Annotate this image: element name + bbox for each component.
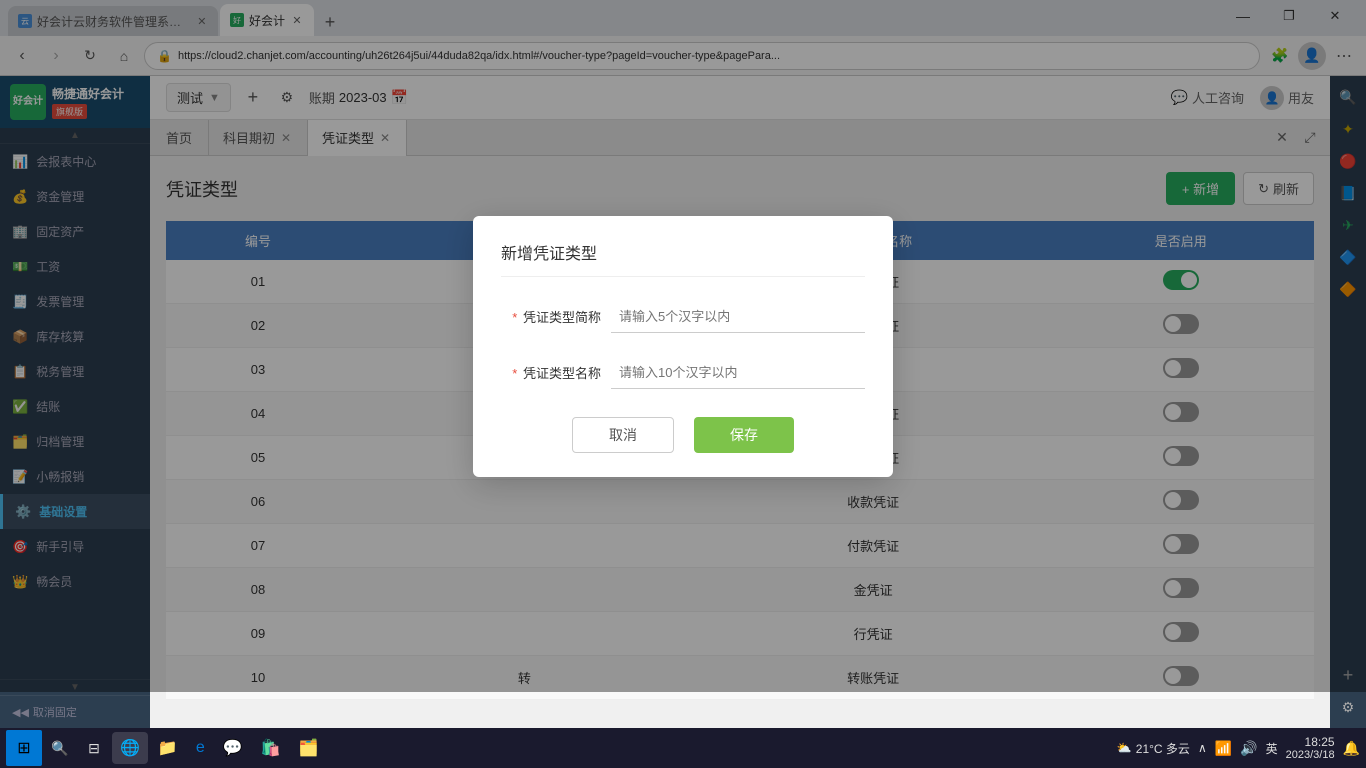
modal-overlay: 新增凭证类型 * 凭证类型简称 * 凭证类型名称 取消 保存 [0, 0, 1366, 692]
files-taskbar-btn[interactable]: 🗂️ [291, 732, 327, 764]
name-input[interactable] [611, 357, 865, 389]
abbr-required-star: * [512, 310, 517, 325]
form-row-name: * 凭证类型名称 [501, 357, 865, 389]
wechat-icon: 💬 [223, 738, 243, 758]
store-icon: 🛍️ [261, 738, 281, 758]
task-view-btn[interactable]: ⊟ [78, 732, 110, 764]
abbr-input[interactable] [611, 301, 865, 333]
wechat-taskbar-btn[interactable]: 💬 [215, 732, 251, 764]
files-icon: 🗂️ [299, 738, 319, 758]
collapse-icon: ◀◀ [12, 706, 29, 719]
abbr-label: * 凭证类型简称 [501, 307, 611, 326]
modal-dialog: 新增凭证类型 * 凭证类型简称 * 凭证类型名称 取消 保存 [473, 216, 893, 477]
weather-icon: ⛅ [1117, 741, 1132, 755]
chrome-taskbar-btn[interactable]: 🌐 [112, 732, 148, 764]
search-taskbar-btn[interactable]: 🔍 [44, 732, 76, 764]
start-button[interactable]: ⊞ [6, 730, 42, 766]
rp-gear-btn[interactable]: ⚙ [1333, 692, 1363, 722]
edge-taskbar-btn[interactable]: e [188, 732, 213, 764]
collapse-label: 取消固定 [33, 704, 77, 720]
clock-date: 2023/3/18 [1286, 749, 1335, 761]
cancel-button[interactable]: 取消 [572, 417, 674, 453]
taskbar-network-icon: 📶 [1215, 740, 1232, 757]
explorer-taskbar-btn[interactable]: 📁 [150, 732, 186, 764]
name-label: * 凭证类型名称 [501, 363, 611, 382]
modal-actions: 取消 保存 [501, 417, 865, 453]
taskbar-weather[interactable]: ⛅ 21°C 多云 [1117, 740, 1190, 757]
taskbar-right: ⛅ 21°C 多云 ∧ 📶 🔊 英 18:25 2023/3/18 🔔 [1117, 735, 1360, 761]
taskbar-language[interactable]: 英 [1266, 740, 1278, 757]
weather-text: 21°C 多云 [1136, 740, 1190, 757]
taskbar-up-arrow[interactable]: ∧ [1198, 741, 1207, 755]
chrome-taskbar-icon: 🌐 [120, 738, 140, 758]
explorer-icon: 📁 [158, 738, 178, 758]
name-required-star: * [512, 366, 517, 381]
windows-taskbar: ⊞ 🔍 ⊟ 🌐 📁 e 💬 🛍️ 🗂️ ⛅ 21°C 多云 ∧ 📶 🔊 英 18… [0, 728, 1366, 768]
clock-time: 18:25 [1286, 735, 1335, 749]
form-row-abbr: * 凭证类型简称 [501, 301, 865, 333]
taskbar-volume-icon: 🔊 [1240, 740, 1257, 757]
sidebar-footer[interactable]: ◀◀ 取消固定 [0, 695, 150, 728]
taskbar-clock[interactable]: 18:25 2023/3/18 [1286, 735, 1335, 761]
store-taskbar-btn[interactable]: 🛍️ [253, 732, 289, 764]
edge-icon: e [196, 739, 205, 757]
modal-title: 新增凭证类型 [501, 240, 865, 277]
taskbar-notification-btn[interactable]: 🔔 [1343, 740, 1360, 757]
save-button[interactable]: 保存 [694, 417, 794, 453]
